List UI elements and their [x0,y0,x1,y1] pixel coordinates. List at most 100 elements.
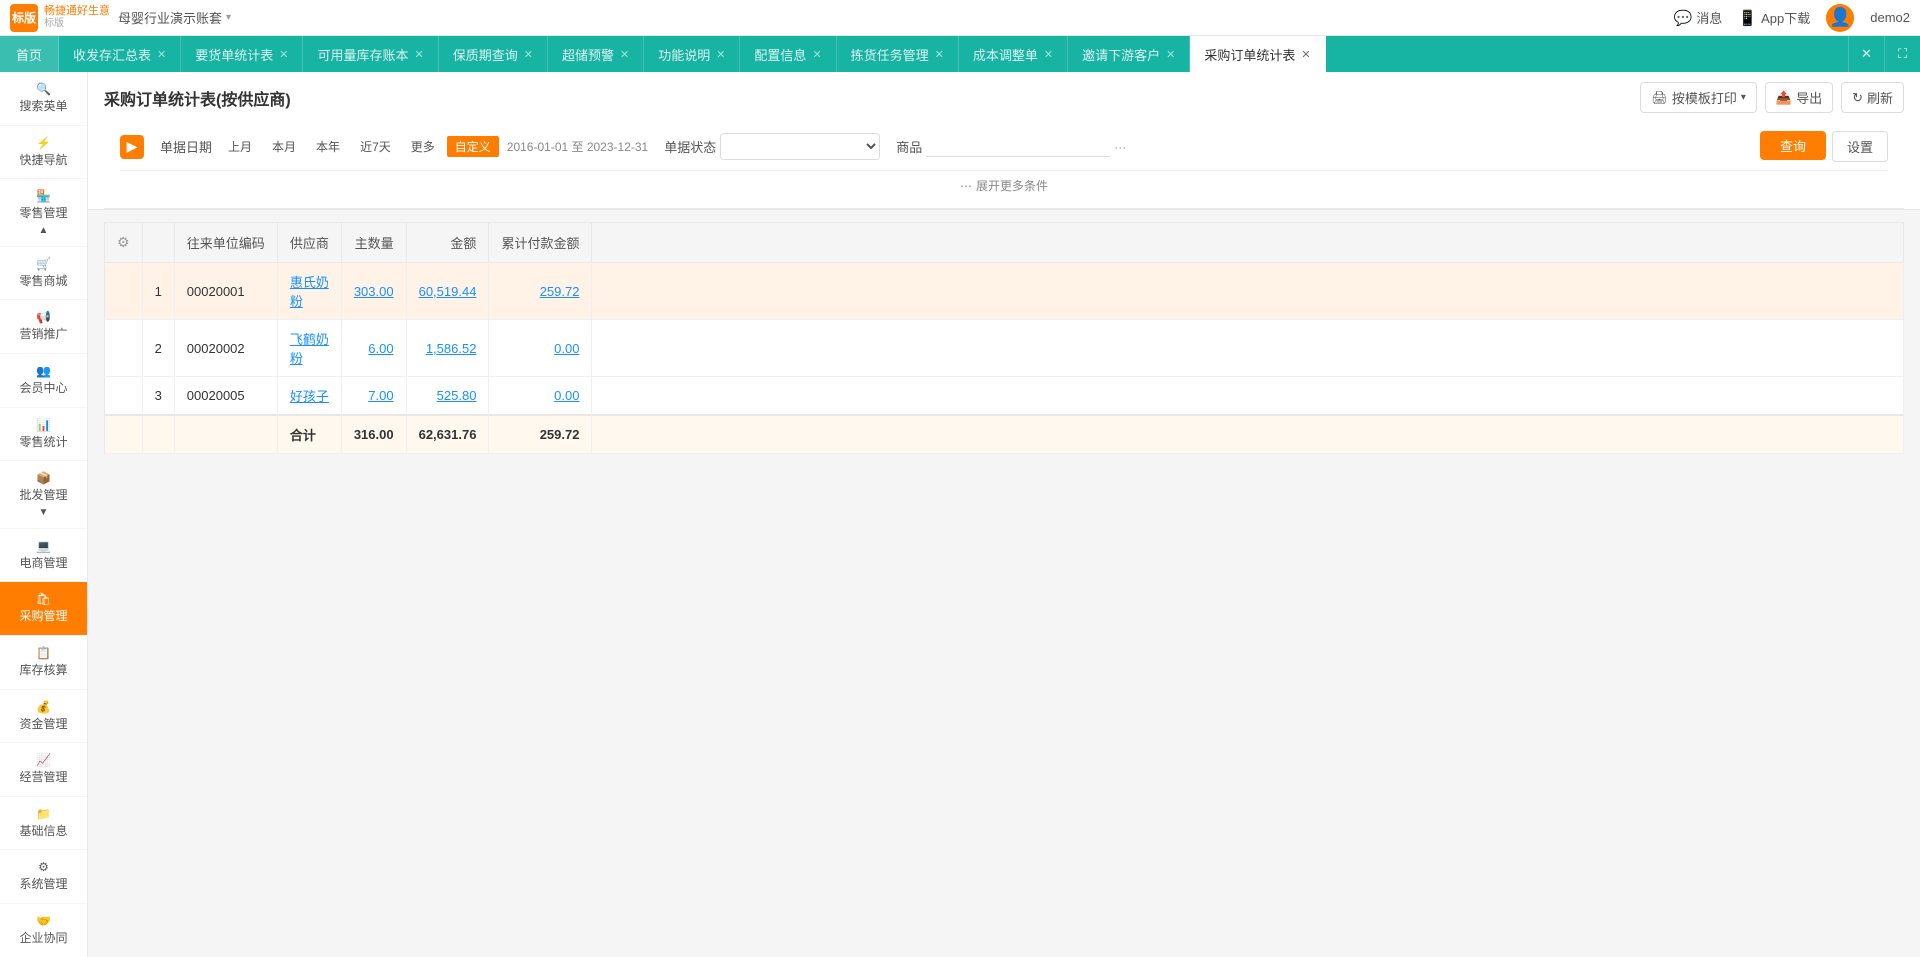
sidebar-item-search[interactable]: 🔍 搜索英单 [0,72,87,126]
last-7-days-button[interactable]: 近7天 [352,136,399,157]
amount-link-1[interactable]: 1,586.52 [426,341,477,356]
sidebar-item-enterprise-coop[interactable]: 🤝 企业协同 [0,904,87,957]
expand-more-button[interactable]: ⋯ 展开更多条件 [960,177,1048,194]
paid-amount-link-1[interactable]: 0.00 [554,341,579,356]
close-tab-shelf-life[interactable]: ✕ [524,48,533,61]
close-tab-config-info[interactable]: ✕ [812,48,821,61]
tab-order-summary[interactable]: 要货单统计表 ✕ [181,36,303,72]
sidebar-item-stock-check[interactable]: 📋 库存核算 [0,636,87,690]
sidebar-item-finance[interactable]: 💰 资金管理 [0,690,87,744]
workspace-selector[interactable]: 母婴行业演示账套 ▾ [118,8,231,27]
expand-icon: ⋯ [960,179,972,193]
quantity-link-1[interactable]: 6.00 [368,341,393,356]
app-download-button[interactable]: 📱 App下载 [1738,8,1810,27]
col-paid-amount: 累计付款金额 [489,223,592,263]
sidebar-item-retail-shop[interactable]: 🛒 零售商城 [0,247,87,301]
sidebar-item-purchase-manage[interactable]: 🛍 采购管理 [0,582,87,636]
paid-amount-link-0[interactable]: 259.72 [540,284,580,299]
system-manage-icon: ⚙ [38,860,49,874]
row-supplier: 惠氏奶粉 [277,263,341,320]
row-supplier: 好孩子 [277,377,341,416]
commodity-more-button[interactable]: ··· [1114,140,1126,154]
table-footer-row: 合计 316.00 62,631.76 259.72 [105,415,1904,454]
quick-nav-icon: ⚡ [36,136,51,150]
close-tab-purchase-order-stat[interactable]: ✕ [1301,48,1310,61]
sidebar-item-quick-nav[interactable]: ⚡ 快捷导航 [0,126,87,180]
supplier-link-2[interactable]: 好孩子 [290,389,329,404]
status-select[interactable] [720,133,880,160]
sidebar-item-basic-info[interactable]: 📁 基础信息 [0,797,87,851]
amount-link-2[interactable]: 525.80 [437,388,477,403]
user-avatar[interactable]: 👤 [1826,4,1854,32]
sidebar-item-retail-manage[interactable]: 🏪 零售管理 ▲ [0,179,87,247]
expand-more-row: ⋯ 展开更多条件 [120,170,1888,198]
close-all-tabs-button[interactable]: ✕ [1848,36,1884,72]
page-actions: 🖨 按模板打印 ▾ 📤 导出 ↻ 刷新 [1640,82,1904,113]
this-year-button[interactable]: 本年 [308,136,348,157]
quantity-link-2[interactable]: 7.00 [368,388,393,403]
tab-cost-adjust[interactable]: 成本调整单 ✕ [959,36,1068,72]
tab-receive-summary[interactable]: 收发存汇总表 ✕ [59,36,181,72]
quantity-link-0[interactable]: 303.00 [354,284,394,299]
template-print-button[interactable]: 🖨 按模板打印 ▾ [1640,82,1757,113]
search-button[interactable]: 查询 [1760,131,1826,160]
printer-icon: 🖨 [1651,90,1668,106]
supplier-link-1[interactable]: 飞鹤奶粉 [290,332,329,366]
user-name[interactable]: demo2 [1870,10,1910,25]
amount-link-0[interactable]: 60,519.44 [419,284,477,299]
commodity-input[interactable] [926,137,1110,157]
col-quantity: 主数量 [341,223,406,263]
page-header: 采购订单统计表(按供应商) 🖨 按模板打印 ▾ 📤 导出 ↻ 刷新 [88,72,1920,210]
message-button[interactable]: 💬 消息 [1674,8,1723,27]
close-tab-receive-summary[interactable]: ✕ [157,48,166,61]
refresh-button[interactable]: ↻ 刷新 [1841,82,1904,113]
tab-config-info[interactable]: 配置信息 ✕ [740,36,836,72]
sidebar-item-wholesale-manage[interactable]: 📦 批发管理 ▼ [0,461,87,529]
sidebar-item-marketing[interactable]: 📢 营销推广 [0,300,87,354]
custom-date-badge[interactable]: 自定义 [447,136,499,157]
close-tab-invite-downstream[interactable]: ✕ [1166,48,1175,61]
tab-invite-downstream[interactable]: 邀请下游客户 ✕ [1068,36,1190,72]
sidebar-item-ecommerce[interactable]: 💻 电商管理 [0,529,87,583]
close-tab-order-summary[interactable]: ✕ [279,48,288,61]
settings-button[interactable]: 设置 [1832,131,1888,162]
tab-available-stock[interactable]: 可用量库存账本 ✕ [303,36,438,72]
filter-toggle-button[interactable]: ▶ [120,135,144,159]
sidebar-item-retail-stats[interactable]: 📊 零售统计 [0,408,87,462]
paid-amount-link-2[interactable]: 0.00 [554,388,579,403]
logo-area: 标版 畅捷通好生意 标版 [10,4,110,32]
row-quantity: 6.00 [341,320,406,377]
close-tab-cost-adjust[interactable]: ✕ [1044,48,1053,61]
close-tab-function-desc[interactable]: ✕ [716,48,725,61]
maximize-button[interactable]: ⛶ [1884,36,1920,72]
tab-shelf-life[interactable]: 保质期查询 ✕ [439,36,548,72]
top-bar-right: 💬 消息 📱 App下载 👤 demo2 [1674,4,1910,32]
row-extra [592,320,1904,377]
sidebar-item-member-center[interactable]: 👥 会员中心 [0,354,87,408]
this-month-button[interactable]: 本月 [264,136,304,157]
sidebar-item-system-manage[interactable]: ⚙ 系统管理 [0,850,87,904]
page-title: 采购订单统计表(按供应商) [104,86,291,110]
tab-home[interactable]: 首页 [0,36,59,72]
supplier-link-0[interactable]: 惠氏奶粉 [290,275,329,309]
last-month-button[interactable]: 上月 [220,136,260,157]
business-manage-icon: 📈 [36,753,51,767]
close-tab-overstock-warning[interactable]: ✕ [620,48,629,61]
main-layout: 🔍 搜索英单 ⚡ 快捷导航 🏪 零售管理 ▲ 🛒 零售商城 📢 营销推广 👥 会… [0,72,1920,957]
tab-purchase-order-stat[interactable]: 采购订单统计表 ✕ [1190,36,1325,72]
row-unit-code: 00020002 [174,320,277,377]
member-center-icon: 👥 [36,364,51,378]
row-paid-amount: 259.72 [489,263,592,320]
more-date-button[interactable]: 更多 [403,136,443,157]
export-icon: 📤 [1776,90,1792,106]
footer-seq-col [142,415,174,454]
tab-picking-task[interactable]: 拣货任务管理 ✕ [837,36,959,72]
close-tab-available-stock[interactable]: ✕ [415,48,424,61]
tab-function-desc[interactable]: 功能说明 ✕ [644,36,740,72]
footer-settings-col [105,415,143,454]
column-settings-icon[interactable]: ⚙ [117,234,130,250]
close-tab-picking-task[interactable]: ✕ [935,48,944,61]
tab-overstock-warning[interactable]: 超储预警 ✕ [548,36,644,72]
export-button[interactable]: 📤 导出 [1765,82,1833,113]
sidebar-item-business-manage[interactable]: 📈 经营管理 [0,743,87,797]
